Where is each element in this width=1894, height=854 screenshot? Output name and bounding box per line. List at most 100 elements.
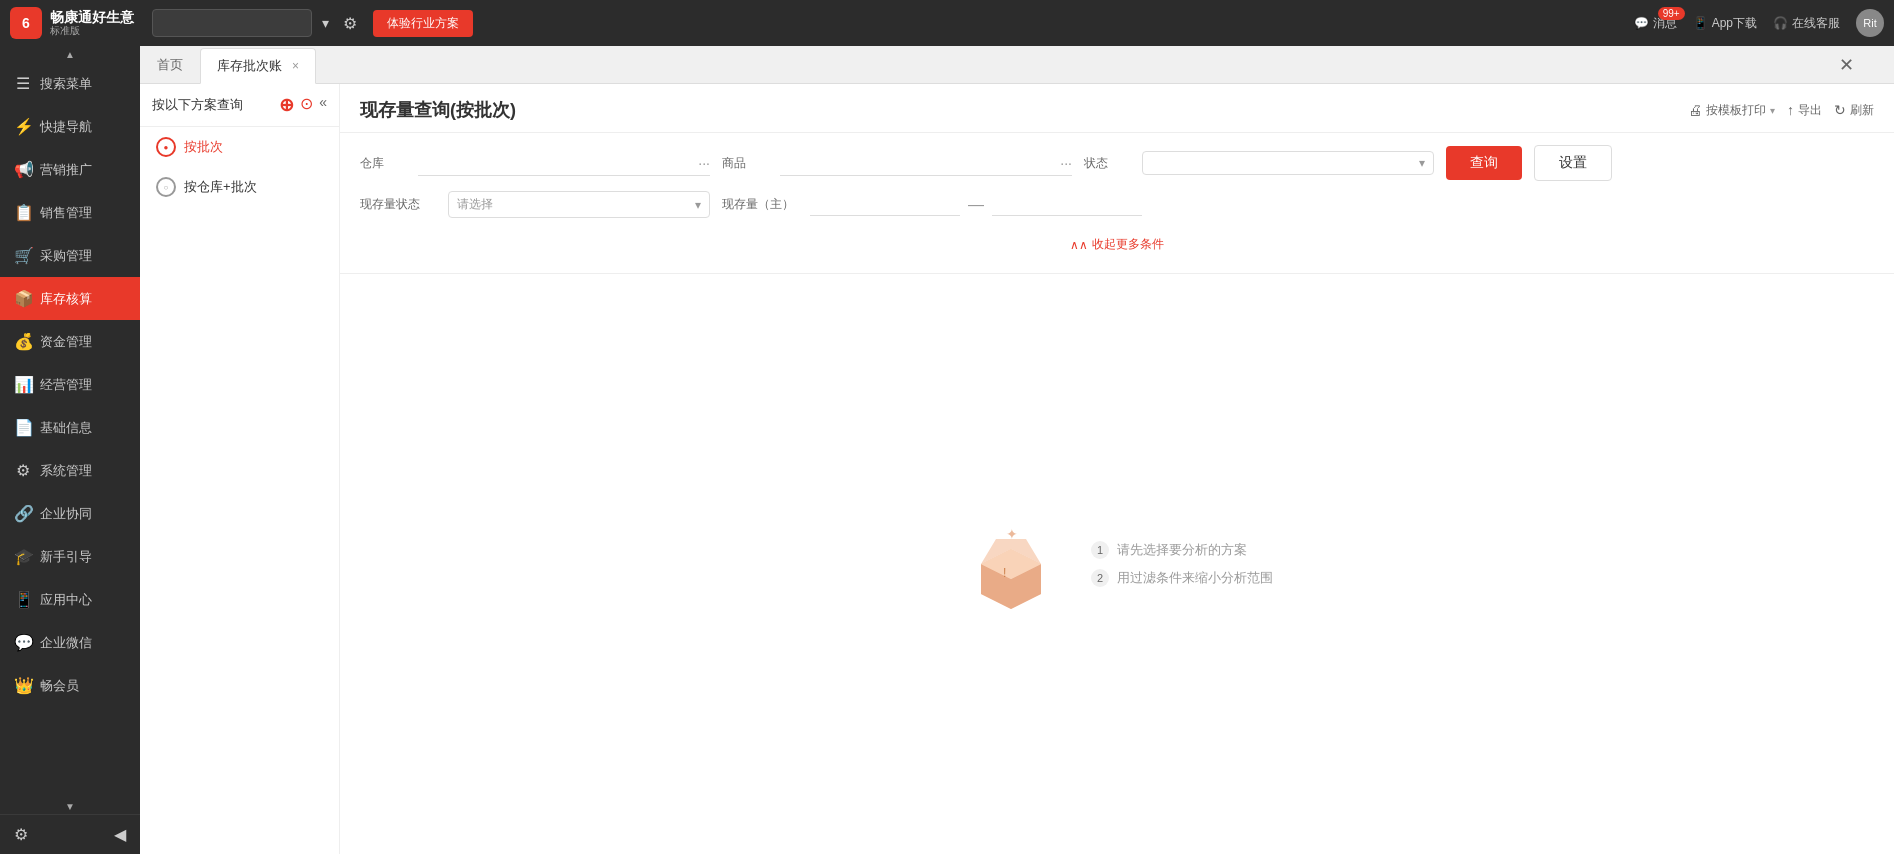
svg-text:✦: ✦	[1006, 526, 1018, 542]
status-select[interactable]: ▾	[1142, 151, 1434, 175]
member-icon: 👑	[14, 676, 32, 695]
filter-settings-btn[interactable]: 设置	[1534, 145, 1612, 181]
topbar: 6 畅康通好生意 标准版 ▾ ⚙ 体验行业方案 💬 消息 99+ 📱 App下载…	[0, 0, 1894, 46]
quick-nav-icon: ⚡	[14, 117, 32, 136]
sidebar-item-inventory[interactable]: 📦 库存核算	[0, 277, 140, 320]
sidebar-item-weixin[interactable]: 💬 企业微信	[0, 621, 140, 664]
operations-icon: 📊	[14, 375, 32, 394]
topbar-dropdown-btn[interactable]: ▾	[318, 15, 333, 31]
print-btn[interactable]: 🖨 按模板打印 ▾	[1688, 102, 1775, 119]
warehouse-input[interactable]: ···	[418, 151, 710, 176]
product-input[interactable]: ···	[780, 151, 1072, 176]
weixin-icon: 💬	[14, 633, 32, 652]
app-download-btn[interactable]: 📱 App下载	[1693, 15, 1757, 32]
sidebar-item-member[interactable]: 👑 畅会员	[0, 664, 140, 707]
sidebar-bottom: ⚙ ◀	[0, 814, 140, 854]
sidebar-item-enterprise[interactable]: 🔗 企业协同	[0, 492, 140, 535]
empty-box-illustration: ✦ !	[961, 519, 1061, 609]
main-layout: ▲ ☰ 搜索菜单 ⚡ 快捷导航 📢 营销推广 📋 销售管理 🛒 采购管理	[0, 46, 1894, 854]
page-title: 现存量查询(按批次)	[360, 98, 516, 122]
print-dropdown-arrow[interactable]: ▾	[1770, 105, 1775, 116]
purchase-icon: 🛒	[14, 246, 32, 265]
left-panel-header: 按以下方案查询 ⊕ ⊙ «	[140, 84, 339, 127]
left-panel-settings-btn[interactable]: ⊙	[300, 94, 313, 116]
export-icon: ↑	[1787, 102, 1794, 118]
headset-icon: 🎧	[1773, 16, 1788, 30]
sidebar-item-basic-info[interactable]: 📄 基础信息	[0, 406, 140, 449]
export-btn[interactable]: ↑ 导出	[1787, 102, 1822, 119]
tab-inventory-batch[interactable]: 库存批次账 ×	[200, 48, 316, 84]
filter-stock-qty: 现存量（主） —	[722, 193, 1122, 216]
system-icon: ⚙	[14, 461, 32, 480]
left-panel-header-actions: ⊕ ⊙ «	[279, 94, 327, 116]
sales-icon: 📋	[14, 203, 32, 222]
by-warehouse-batch-icon: ○	[156, 177, 176, 197]
filter-product: 商品 ···	[722, 151, 1072, 176]
topbar-gear-btn[interactable]: ⚙	[339, 14, 361, 33]
query-btn[interactable]: 查询	[1446, 146, 1522, 180]
filter-row-1: 仓库 ··· 商品 ···	[360, 145, 1874, 181]
empty-box-svg: ✦ !	[961, 519, 1061, 609]
topbar-trial-btn[interactable]: 体验行业方案	[373, 10, 473, 37]
page-content: 按以下方案查询 ⊕ ⊙ « ● 按批次 ○ 按仓库+批次	[140, 84, 1894, 854]
empty-tips: 1 请先选择要分析的方案 2 用过滤条件来缩小分析范围	[1091, 541, 1273, 587]
sidebar-item-app-center[interactable]: 📱 应用中心	[0, 578, 140, 621]
finance-icon: 💰	[14, 332, 32, 351]
sidebar-item-search[interactable]: ☰ 搜索菜单	[0, 62, 140, 105]
right-panel: 现存量查询(按批次) 🖨 按模板打印 ▾ ↑ 导出 ↻	[340, 84, 1894, 854]
filter-status: 状态 ▾	[1084, 151, 1434, 175]
collapse-icon: ∧∧	[1070, 238, 1088, 252]
sidebar-item-purchase[interactable]: 🛒 采购管理	[0, 234, 140, 277]
page-header: 现存量查询(按批次) 🖨 按模板打印 ▾ ↑ 导出 ↻	[340, 84, 1894, 133]
sidebar-item-quick-nav[interactable]: ⚡ 快捷导航	[0, 105, 140, 148]
app-brand: 畅康通好生意 标准版	[50, 9, 134, 38]
sidebar-item-operations[interactable]: 📊 经营管理	[0, 363, 140, 406]
tab-bar-close-x[interactable]: ✕	[1839, 54, 1854, 76]
sidebar: ▲ ☰ 搜索菜单 ⚡ 快捷导航 📢 营销推广 📋 销售管理 🛒 采购管理	[0, 46, 140, 854]
collapse-bar[interactable]: ∧∧ 收起更多条件	[360, 228, 1874, 261]
stock-qty-max[interactable]	[992, 193, 1142, 216]
left-panel-collapse-btn[interactable]: «	[319, 94, 327, 116]
message-icon: 💬	[1634, 16, 1649, 30]
sidebar-item-sales[interactable]: 📋 销售管理	[0, 191, 140, 234]
filter-stock-status: 现存量状态 请选择 ▾	[360, 191, 710, 218]
user-avatar[interactable]: Rit	[1856, 9, 1884, 37]
by-batch-icon: ●	[156, 137, 176, 157]
avatar-circle: Rit	[1856, 9, 1884, 37]
message-badge: 99+	[1658, 7, 1685, 20]
tab-bar: 首页 库存批次账 × ✕	[140, 46, 1894, 84]
sidebar-items: ☰ 搜索菜单 ⚡ 快捷导航 📢 营销推广 📋 销售管理 🛒 采购管理 📦 库	[0, 62, 140, 798]
sidebar-item-newbie[interactable]: 🎓 新手引导	[0, 535, 140, 578]
sidebar-settings-icon[interactable]: ⚙	[14, 825, 28, 844]
online-service-btn[interactable]: 🎧 在线客服	[1773, 15, 1840, 32]
messages-btn[interactable]: 💬 消息 99+	[1634, 15, 1677, 32]
stock-qty-min[interactable]	[810, 193, 960, 216]
left-panel-item-by-batch[interactable]: ● 按批次	[140, 127, 339, 167]
filter-warehouse: 仓库 ···	[360, 151, 710, 176]
refresh-icon: ↻	[1834, 102, 1846, 118]
sidebar-collapse-icon[interactable]: ◀	[114, 825, 126, 844]
left-panel-item-by-warehouse-batch[interactable]: ○ 按仓库+批次	[140, 167, 339, 207]
svg-text:!: !	[1003, 566, 1006, 580]
empty-tip-2: 2 用过滤条件来缩小分析范围	[1091, 569, 1273, 587]
topbar-search-box[interactable]	[152, 9, 312, 37]
refresh-btn[interactable]: ↻ 刷新	[1834, 102, 1874, 119]
stock-status-select[interactable]: 请选择 ▾	[448, 191, 710, 218]
sidebar-item-system[interactable]: ⚙ 系统管理	[0, 449, 140, 492]
content-area: 首页 库存批次账 × ✕ 按以下方案查询 ⊕ ⊙ «	[140, 46, 1894, 854]
app-center-icon: 📱	[14, 590, 32, 609]
sidebar-scroll-up[interactable]: ▲	[0, 46, 140, 62]
sidebar-scroll-down[interactable]: ▼	[0, 798, 140, 814]
phone-icon: 📱	[1693, 16, 1708, 30]
sidebar-item-marketing[interactable]: 📢 营销推广	[0, 148, 140, 191]
sidebar-item-finance[interactable]: 💰 资金管理	[0, 320, 140, 363]
left-panel-add-btn[interactable]: ⊕	[279, 94, 294, 116]
filter-area: 仓库 ··· 商品 ···	[340, 133, 1894, 274]
search-icon: ☰	[14, 74, 32, 93]
empty-state: ✦ ! 1 请先选择要分析的方案 2	[340, 274, 1894, 854]
marketing-icon: 📢	[14, 160, 32, 179]
enterprise-icon: 🔗	[14, 504, 32, 523]
tab-close-btn[interactable]: ×	[292, 59, 299, 73]
tab-home[interactable]: 首页	[140, 47, 200, 83]
inventory-icon: 📦	[14, 289, 32, 308]
